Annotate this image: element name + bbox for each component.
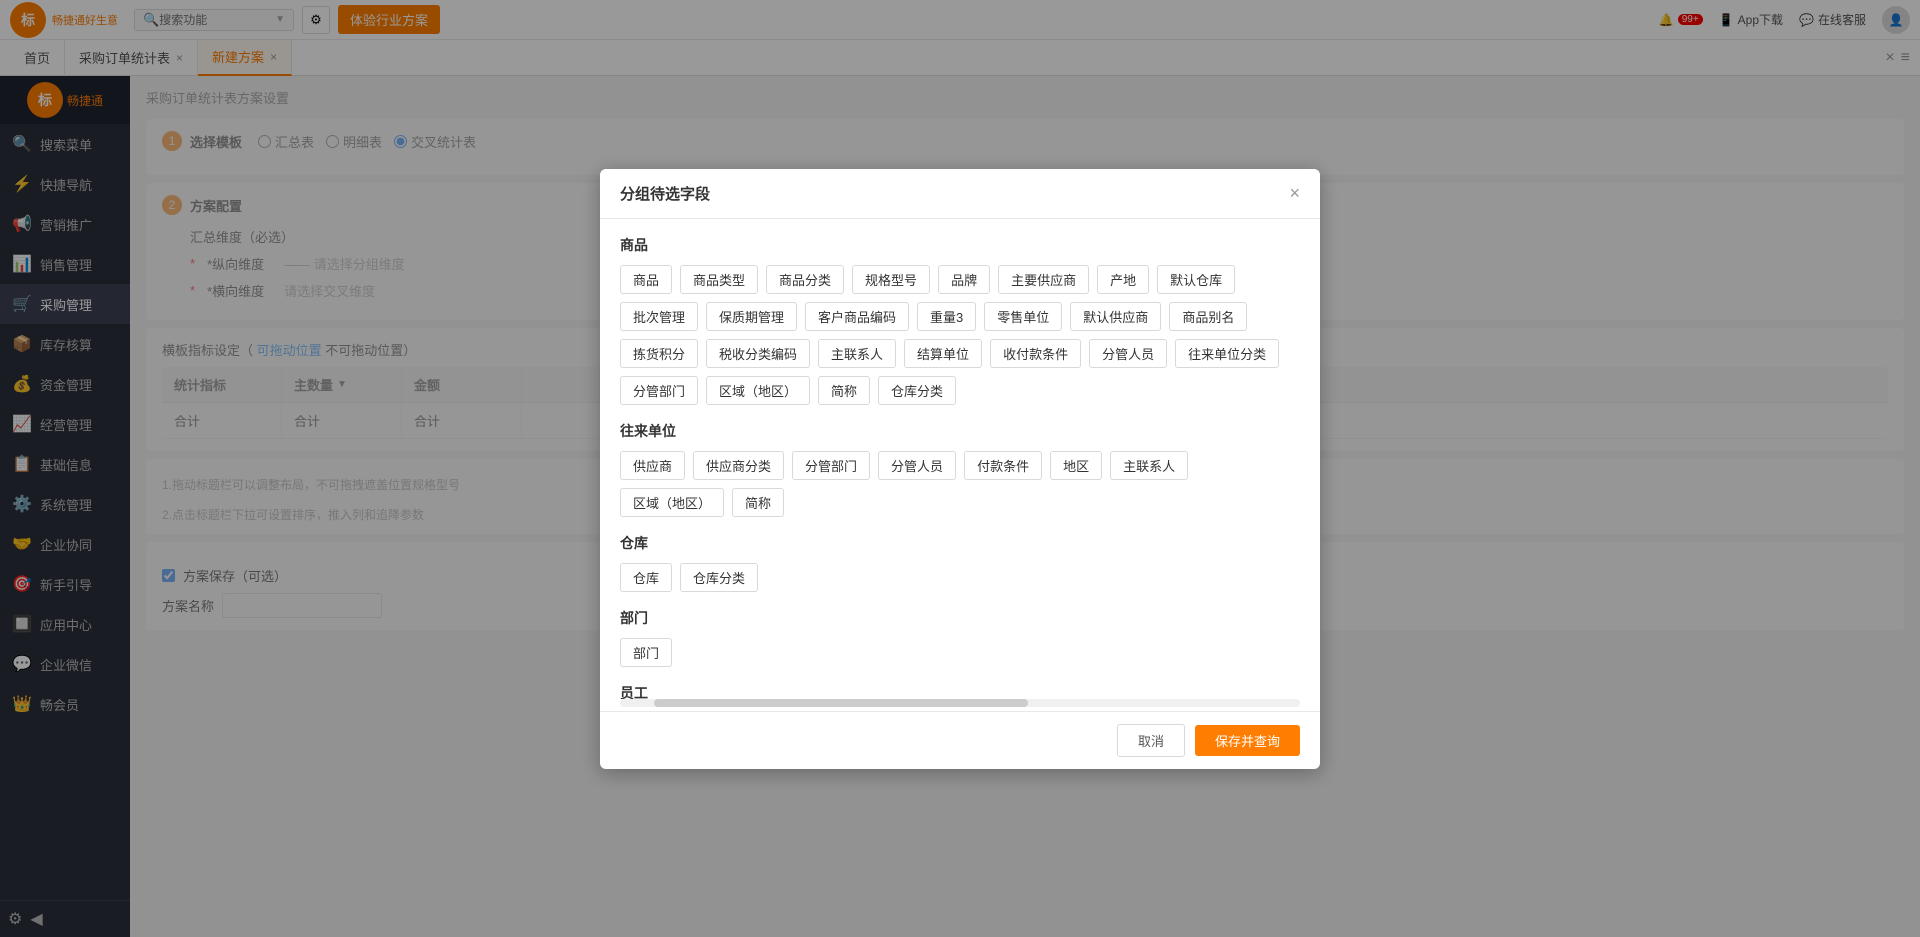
modal-title: 分组待选字段 — [620, 183, 710, 204]
field-tag[interactable]: 地区 — [1050, 451, 1102, 480]
field-tag[interactable]: 简称 — [732, 488, 784, 517]
modal-header: 分组待选字段 × — [600, 169, 1320, 219]
field-tag[interactable]: 分管人员 — [1089, 339, 1167, 368]
field-tag[interactable]: 分管部门 — [620, 376, 698, 405]
field-tag[interactable]: 仓库分类 — [878, 376, 956, 405]
section-department: 部门 部门 — [620, 608, 1300, 667]
modal-cancel-button[interactable]: 取消 — [1117, 724, 1185, 757]
scrollbar-thumb — [654, 699, 1028, 707]
section-partner: 往来单位 供应商供应商分类分管部门分管人员付款条件地区主联系人区域（地区） 简称 — [620, 421, 1300, 517]
field-tag[interactable]: 产地 — [1097, 265, 1149, 294]
field-tag[interactable]: 商品分类 — [766, 265, 844, 294]
section-employee-title: 员工 — [620, 683, 1300, 699]
section-warehouse: 仓库 仓库仓库分类 — [620, 533, 1300, 592]
field-tag[interactable]: 主联系人 — [1110, 451, 1188, 480]
field-tag[interactable]: 分管部门 — [792, 451, 870, 480]
modal-footer: 取消 保存并查询 — [600, 711, 1320, 769]
field-tag[interactable]: 供应商 — [620, 451, 685, 480]
field-tag[interactable]: 简称 — [818, 376, 870, 405]
field-tag[interactable]: 重量3 — [917, 302, 976, 331]
section-warehouse-fields: 仓库仓库分类 — [620, 563, 1300, 592]
field-tag[interactable]: 分管人员 — [878, 451, 956, 480]
field-tag[interactable]: 税收分类编码 — [706, 339, 810, 368]
field-select-modal: 分组待选字段 × 商品 商品商品类型商品分类规格型号品牌主要供应商产地默认仓库批… — [600, 169, 1320, 769]
field-tag[interactable]: 区域（地区） — [620, 488, 724, 517]
section-goods: 商品 商品商品类型商品分类规格型号品牌主要供应商产地默认仓库批次管理保质期管理客… — [620, 235, 1300, 405]
field-tag[interactable]: 付款条件 — [964, 451, 1042, 480]
section-goods-fields: 商品商品类型商品分类规格型号品牌主要供应商产地默认仓库批次管理保质期管理客户商品… — [620, 265, 1300, 405]
field-tag[interactable]: 保质期管理 — [706, 302, 797, 331]
field-tag[interactable]: 结算单位 — [904, 339, 982, 368]
field-tag[interactable]: 规格型号 — [852, 265, 930, 294]
field-tag[interactable]: 零售单位 — [984, 302, 1062, 331]
horizontal-scrollbar[interactable] — [620, 699, 1300, 707]
section-department-fields: 部门 — [620, 638, 1300, 667]
field-tag[interactable]: 主要供应商 — [998, 265, 1089, 294]
section-goods-title: 商品 — [620, 235, 1300, 255]
field-tag[interactable]: 部门 — [620, 638, 672, 667]
field-tag[interactable]: 拣货积分 — [620, 339, 698, 368]
section-warehouse-title: 仓库 — [620, 533, 1300, 553]
field-tag[interactable]: 商品类型 — [680, 265, 758, 294]
field-tag[interactable]: 仓库分类 — [680, 563, 758, 592]
section-partner-title: 往来单位 — [620, 421, 1300, 441]
section-department-title: 部门 — [620, 608, 1300, 628]
field-tag[interactable]: 客户商品编码 — [805, 302, 909, 331]
modal-body: 商品 商品商品类型商品分类规格型号品牌主要供应商产地默认仓库批次管理保质期管理客… — [600, 219, 1320, 699]
field-tag[interactable]: 默认供应商 — [1070, 302, 1161, 331]
modal-confirm-button[interactable]: 保存并查询 — [1195, 725, 1300, 756]
field-tag[interactable]: 往来单位分类 — [1175, 339, 1279, 368]
field-tag[interactable]: 仓库 — [620, 563, 672, 592]
field-tag[interactable]: 主联系人 — [818, 339, 896, 368]
field-tag[interactable]: 商品 — [620, 265, 672, 294]
section-employee: 员工 业务员 — [620, 683, 1300, 699]
field-tag[interactable]: 商品别名 — [1169, 302, 1247, 331]
modal-close-button[interactable]: × — [1289, 184, 1300, 202]
field-tag[interactable]: 区域（地区） — [706, 376, 810, 405]
field-tag[interactable]: 默认仓库 — [1157, 265, 1235, 294]
field-tag[interactable]: 收付款条件 — [990, 339, 1081, 368]
modal-scrollbar-area — [600, 699, 1320, 711]
field-tag[interactable]: 品牌 — [938, 265, 990, 294]
modal-overlay: 分组待选字段 × 商品 商品商品类型商品分类规格型号品牌主要供应商产地默认仓库批… — [0, 0, 1920, 937]
section-partner-fields: 供应商供应商分类分管部门分管人员付款条件地区主联系人区域（地区） 简称 — [620, 451, 1300, 517]
field-tag[interactable]: 供应商分类 — [693, 451, 784, 480]
field-tag[interactable]: 批次管理 — [620, 302, 698, 331]
